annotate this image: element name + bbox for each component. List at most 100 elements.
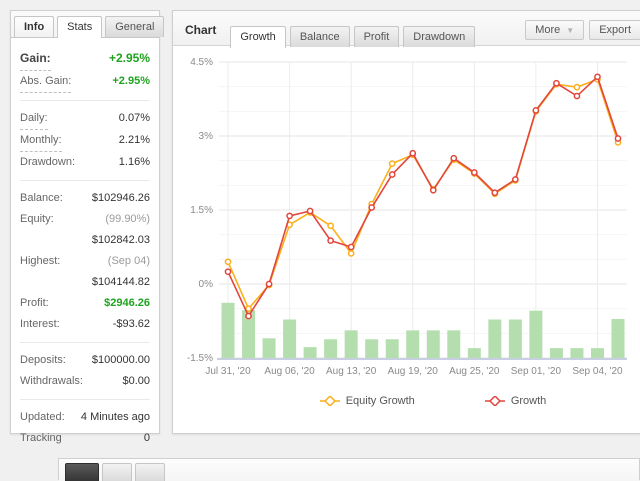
stat-label: Drawdown: [20, 156, 76, 168]
stats-widget: Info Stats General Gain: +2.95% Abs. Gain: +2… [10, 10, 165, 444]
stat-row: Monthly: 2.21% [20, 130, 150, 152]
volume-bar [529, 310, 543, 358]
legend-item: Growth [484, 395, 547, 407]
legend-marker-icon [319, 396, 340, 406]
divider [20, 100, 150, 101]
data-point-marker [388, 171, 396, 178]
export-button[interactable]: Export [589, 20, 640, 40]
x-axis-tick-label: Aug 25, '20 [449, 366, 500, 377]
chart-widget-title: Chart [185, 23, 217, 37]
partial-tab-3[interactable] [135, 463, 165, 481]
stat-value-prefix: (99.90%) [105, 213, 150, 225]
stat-row: Equity: (99.90%) $102842.03 [20, 209, 150, 251]
stat-value: 0 [143, 432, 150, 444]
more-button[interactable]: More ▼ [525, 20, 585, 40]
stat-value: 4 Minutes ago [80, 411, 150, 423]
chart-tab-growth[interactable]: Growth [230, 26, 286, 48]
volume-bar [324, 339, 338, 358]
volume-bar [283, 319, 297, 358]
stat-row: Updated: 4 Minutes ago [20, 407, 150, 428]
stat-value: (99.90%) $102842.03 [91, 213, 150, 246]
chart-widget: Chart Growth Balance Profit Drawdown More ▼ … [172, 10, 640, 434]
stat-label: Abs. Gain: [20, 71, 72, 93]
stat-value: +2.95% [112, 75, 150, 87]
data-point-marker [347, 250, 355, 257]
data-point-marker [429, 186, 437, 194]
stat-label: Balance: [20, 192, 63, 204]
volume-bar [508, 319, 522, 358]
partial-tab-2[interactable] [102, 463, 132, 481]
volume-bar [467, 348, 481, 358]
stat-value: -$93.62 [112, 318, 150, 330]
chart-tab-drawdown[interactable]: Drawdown [403, 26, 476, 47]
stat-label: Updated: [20, 411, 65, 423]
data-point-marker [347, 243, 355, 251]
stat-label: Gain: [20, 46, 51, 71]
stat-row: Withdrawals: $0.00 [20, 371, 150, 392]
growth-chart: 4.5% 3% 1.5% 0% -1.5% Jul 31, '20 Aug 06, '20 A… [187, 57, 627, 377]
volume-bar [549, 348, 563, 358]
data-point-marker [532, 106, 540, 114]
stat-label: Profit: [20, 297, 49, 309]
chevron-down-icon: ▼ [566, 26, 575, 35]
partial-widget-below [58, 458, 640, 481]
chart-header: Chart Growth Balance Profit Drawdown More ▼ … [173, 11, 640, 48]
chart-tab-balance[interactable]: Balance [289, 26, 350, 47]
data-point-marker [368, 204, 376, 211]
stat-value: $100000.00 [91, 354, 150, 366]
volume-bar [570, 348, 584, 358]
partial-widget-tabbar [59, 459, 639, 481]
volume-bar [590, 348, 604, 358]
chart-legend: Equity Growth Growth [177, 393, 640, 407]
stat-row: Balance: $102946.26 [20, 188, 150, 209]
volume-bar [221, 302, 235, 358]
stat-value: 2.21% [118, 134, 150, 146]
stat-label: Equity: [20, 213, 54, 225]
legend-marker-icon [484, 396, 505, 406]
data-point-marker [553, 79, 560, 87]
volume-bar [406, 330, 420, 358]
data-point-marker [573, 92, 581, 100]
y-axis-tick-label: 1.5% [190, 205, 213, 216]
chart-tab-profit[interactable]: Profit [353, 26, 400, 47]
x-axis-tick-label: Jul 31, '20 [205, 366, 251, 377]
x-axis-tick-label: Aug 06, '20 [264, 366, 315, 377]
legend-label: Growth [510, 395, 547, 407]
stat-value: +2.95% [108, 51, 150, 65]
stat-value: 0.07% [118, 112, 150, 124]
stats-tab-general[interactable]: General [105, 16, 165, 37]
data-point-marker [245, 312, 252, 320]
stat-label: Daily: [20, 108, 48, 130]
series-line [227, 75, 619, 318]
stat-value-prefix: (Sep 04) [107, 255, 150, 267]
data-point-marker [306, 207, 314, 215]
y-axis-tick-label: -1.5% [187, 353, 213, 364]
data-point-marker [409, 149, 417, 157]
chart-tabbar: Growth Balance Profit Drawdown [230, 26, 479, 48]
x-axis-tick-label: Sep 04, '20 [572, 366, 623, 377]
stat-row: Abs. Gain: +2.95% [20, 71, 150, 93]
y-axis-tick-label: 4.5% [190, 57, 213, 68]
volume-bar [303, 347, 317, 358]
stat-label: Interest: [20, 318, 60, 330]
divider [20, 399, 150, 400]
chart-plot-area: 4.5% 3% 1.5% 0% -1.5% Jul 31, '20 Aug 06, '20 A… [173, 46, 640, 407]
data-point-marker [327, 237, 334, 244]
stat-value: (Sep 04) $104144.82 [91, 255, 150, 288]
data-point-marker [614, 135, 622, 142]
stat-row: Tracking 0 [20, 428, 150, 449]
divider [20, 180, 150, 181]
data-point-marker [224, 268, 232, 276]
volume-bar [447, 330, 461, 358]
stats-tab-info[interactable]: Info [14, 16, 55, 37]
volume-bar [385, 339, 399, 358]
stats-tab-stats[interactable]: Stats [57, 16, 103, 38]
stat-value: $102946.26 [91, 192, 150, 204]
data-point-marker [265, 280, 273, 288]
data-point-marker [327, 222, 334, 230]
partial-tab-1[interactable] [65, 463, 99, 481]
y-axis-tick-label: 0% [199, 279, 214, 290]
chart-header-buttons: More ▼ Export [520, 20, 640, 45]
stat-label: Highest: [20, 255, 61, 267]
data-point-marker [224, 258, 232, 266]
